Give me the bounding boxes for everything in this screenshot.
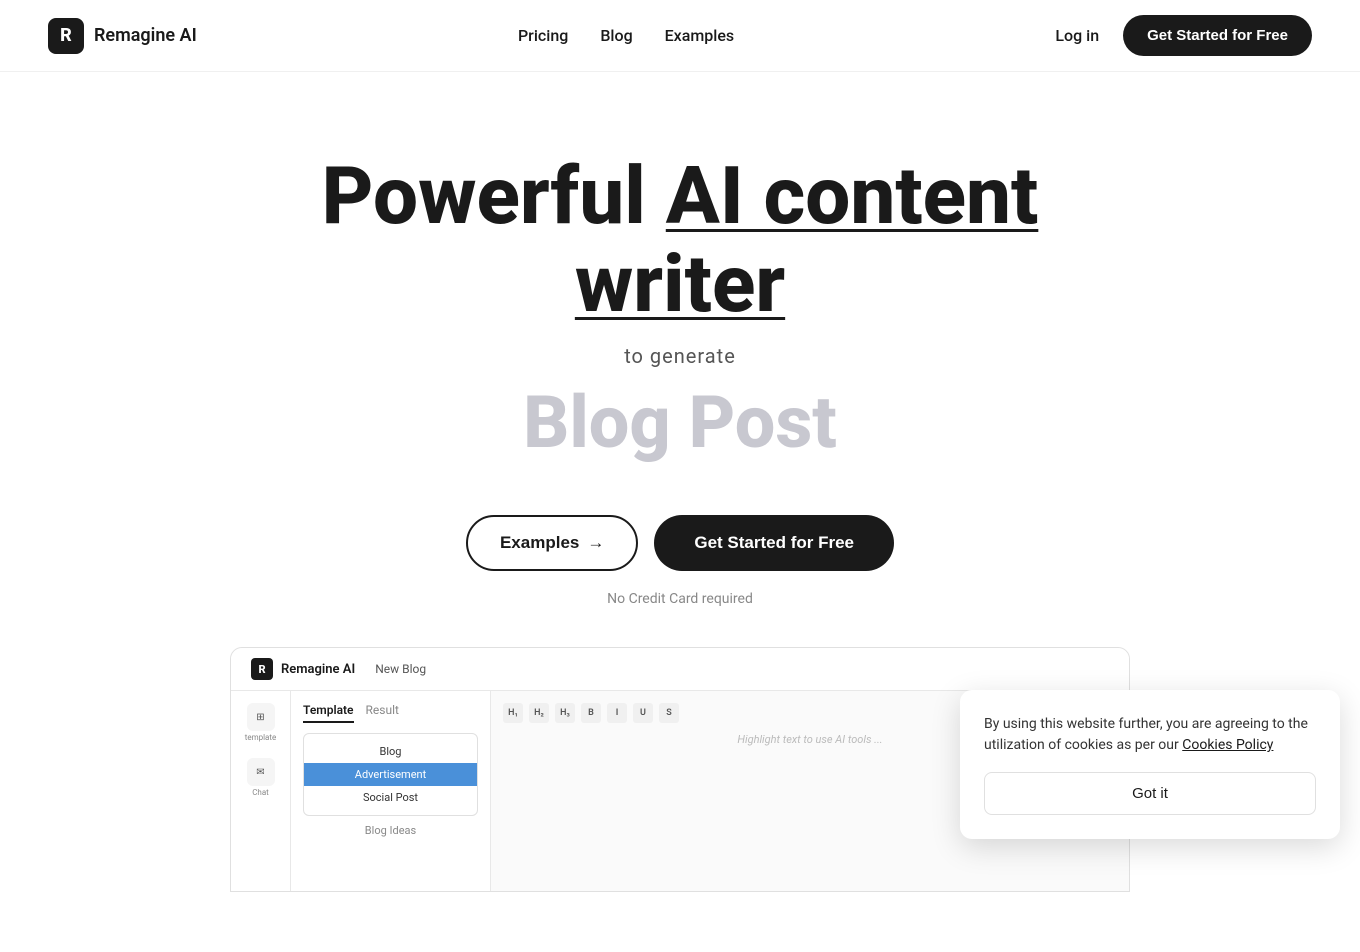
nav-blog[interactable]: Blog bbox=[600, 26, 632, 45]
demo-dropdown: Blog Advertisement Social Post bbox=[303, 733, 478, 816]
hero-subtitle: to generate bbox=[624, 344, 736, 368]
toolbar-underline: U bbox=[633, 703, 653, 723]
examples-button-label: Examples bbox=[500, 533, 579, 553]
toolbar-italic: I bbox=[607, 703, 627, 723]
demo-topbar: R Remagine AI New Blog bbox=[231, 648, 1129, 691]
hero-buttons: Examples → Get Started for Free bbox=[466, 515, 894, 571]
nav-links: Pricing Blog Examples bbox=[518, 26, 734, 45]
hero-title: Powerful AI content writer bbox=[230, 152, 1130, 328]
demo-tabs: Template Result bbox=[303, 703, 478, 723]
get-started-button[interactable]: Get Started for Free bbox=[654, 515, 894, 571]
demo-sidebar-chat: ✉ Chat bbox=[247, 758, 275, 797]
toolbar-h1: H₁ bbox=[503, 703, 523, 723]
cookie-text: By using this website further, you are a… bbox=[984, 714, 1316, 756]
examples-button[interactable]: Examples → bbox=[466, 515, 638, 571]
no-credit-card-text: No Credit Card required bbox=[607, 591, 753, 607]
demo-sidebar: ⊞ template ✉ Chat bbox=[231, 691, 291, 891]
demo-dropdown-social: Social Post bbox=[304, 786, 477, 809]
nav-examples[interactable]: Examples bbox=[665, 26, 735, 45]
demo-logo: R Remagine AI bbox=[251, 658, 355, 680]
demo-logo-text: Remagine AI bbox=[281, 662, 355, 677]
nav-cta-button[interactable]: Get Started for Free bbox=[1123, 15, 1312, 56]
demo-template-icon: ⊞ bbox=[247, 703, 275, 731]
cookie-got-it-button[interactable]: Got it bbox=[984, 772, 1316, 815]
toolbar-h3: H₃ bbox=[555, 703, 575, 723]
nav-login[interactable]: Log in bbox=[1055, 26, 1099, 45]
demo-tab-template: Template bbox=[303, 703, 354, 723]
navbar: R Remagine AI Pricing Blog Examples Log … bbox=[0, 0, 1360, 72]
demo-dropdown-blog: Blog bbox=[304, 740, 477, 763]
demo-sidebar-template: ⊞ template bbox=[245, 703, 277, 742]
arrow-icon: → bbox=[587, 533, 604, 553]
toolbar-strikethrough: S bbox=[659, 703, 679, 723]
nav-pricing[interactable]: Pricing bbox=[518, 26, 568, 45]
logo-text: Remagine AI bbox=[94, 25, 197, 46]
demo-dropdown-advertisement: Advertisement bbox=[304, 763, 477, 786]
demo-tab-result: Result bbox=[366, 703, 399, 723]
hero-animated-text: Blog Post bbox=[523, 380, 837, 465]
nav-right: Log in Get Started for Free bbox=[1055, 15, 1312, 56]
demo-new-blog-label: New Blog bbox=[375, 662, 426, 676]
logo-icon: R bbox=[48, 18, 84, 54]
cookies-policy-link[interactable]: Cookies Policy bbox=[1182, 737, 1273, 753]
demo-left-panel: Template Result Blog Advertisement Socia… bbox=[291, 691, 491, 891]
demo-chat-icon: ✉ bbox=[247, 758, 275, 786]
toolbar-bold: B bbox=[581, 703, 601, 723]
toolbar-h2: H₂ bbox=[529, 703, 549, 723]
demo-blog-ideas-label: Blog Ideas bbox=[311, 824, 470, 837]
logo-link[interactable]: R Remagine AI bbox=[48, 18, 197, 54]
demo-chat-label: Chat bbox=[252, 788, 269, 797]
demo-template-label: template bbox=[245, 733, 277, 742]
hero-title-part1: Powerful bbox=[322, 149, 666, 243]
demo-logo-icon: R bbox=[251, 658, 273, 680]
demo-blog-ideas: Blog Ideas bbox=[303, 816, 478, 851]
cookie-banner: By using this website further, you are a… bbox=[960, 690, 1340, 839]
